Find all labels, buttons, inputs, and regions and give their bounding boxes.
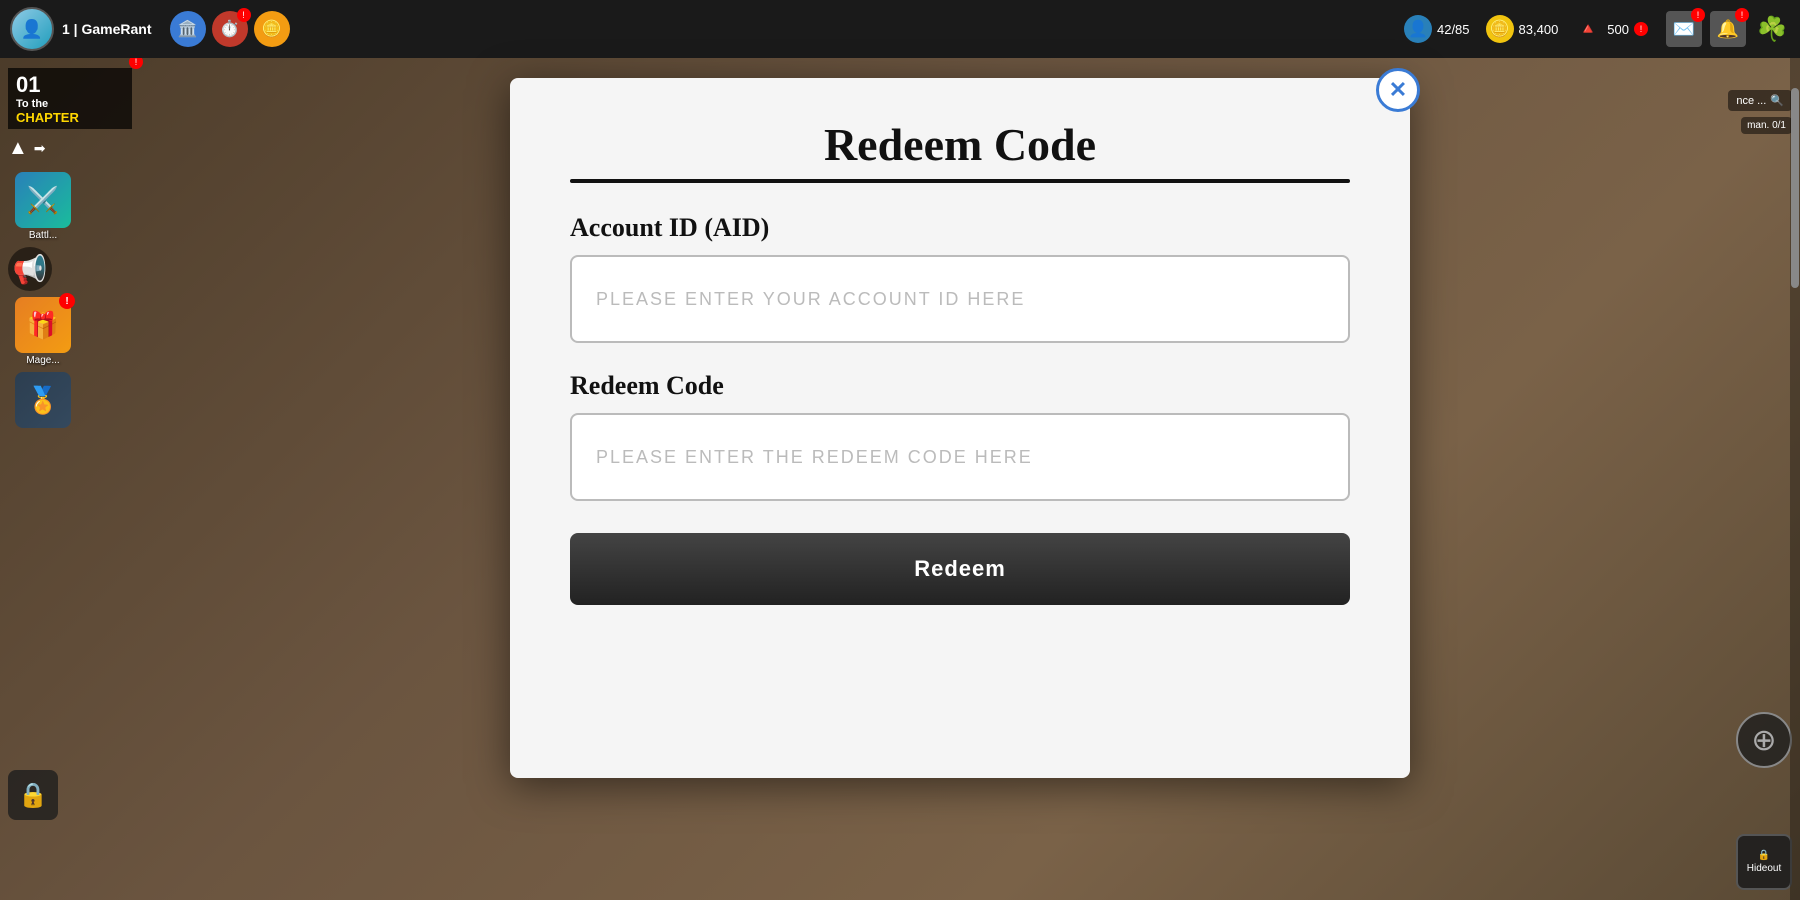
top-right-icons: ✉️ ! 🔔 ! ☘️ <box>1666 11 1790 47</box>
top-stats: 👤 42/85 🪙 83,400 🔺 500 ! <box>1404 15 1648 43</box>
nav-icon: ➡ <box>34 140 46 157</box>
battle-label: Battl... <box>29 230 57 241</box>
bell-badge: ! <box>1735 8 1749 22</box>
coins-value: 83,400 <box>1519 22 1559 37</box>
mage-label: Mage... <box>26 355 59 366</box>
redeem-code-label: Redeem Code <box>570 371 1350 401</box>
modal-divider <box>570 179 1350 183</box>
arrow-icon: ▲ <box>8 137 28 160</box>
stamina-stat: 👤 42/85 <box>1404 15 1470 43</box>
gems-badge: ! <box>1634 22 1648 36</box>
chapter-number: 01 <box>16 72 124 98</box>
player-info: 1 | GameRant <box>62 21 152 37</box>
mage-icon: 🎁 ! <box>15 297 71 353</box>
mail-icon[interactable]: ✉️ ! <box>1666 11 1702 47</box>
battle-icon: ⚔️ <box>15 172 71 228</box>
megaphone-icon[interactable]: 📢 ! <box>8 247 52 291</box>
alert-badge: ! <box>237 8 251 22</box>
sidebar-items: ⚔️ Battl... 📢 ! 🎁 ! Mage... 🏅 🔒 <box>8 172 132 428</box>
medals-icon: 🏅 <box>15 372 71 428</box>
gems-stat: 🔺 500 ! <box>1574 15 1648 43</box>
account-id-input[interactable] <box>570 255 1350 343</box>
lock-icon: 🔒 <box>8 770 58 820</box>
sidebar-item-medals[interactable]: 🏅 <box>8 372 78 428</box>
bell-icon[interactable]: 🔔 ! <box>1710 11 1746 47</box>
chapter-label: 01 To the CHAPTER <box>8 68 132 129</box>
achievement-icon[interactable]: 🏛️ <box>170 11 206 47</box>
nav-forward-arrow[interactable]: ▲ ➡ <box>8 137 132 160</box>
sidebar-item-battle[interactable]: ⚔️ Battl... <box>8 172 78 241</box>
redeem-modal: ✕ Redeem Code Account ID (AID) Redeem Co… <box>510 78 1410 778</box>
clover-icon[interactable]: ☘️ <box>1754 11 1790 47</box>
mage-badge: ! <box>59 293 75 309</box>
gems-icon: 🔺 <box>1574 15 1602 43</box>
coins-icon: 🪙 <box>1486 15 1514 43</box>
stamina-value: 42/85 <box>1437 22 1470 37</box>
modal-title: Redeem Code <box>570 118 1350 171</box>
scroll-thumb <box>1791 88 1799 288</box>
alert-icon[interactable]: ⏱️ ! <box>212 11 248 47</box>
account-id-label: Account ID (AID) <box>570 213 1350 243</box>
top-bar-icons: 🏛️ ⏱️ ! 🪙 <box>170 11 290 47</box>
gems-value: 500 <box>1607 22 1629 37</box>
close-button[interactable]: ✕ <box>1376 68 1420 112</box>
scrollbar[interactable] <box>1790 58 1800 900</box>
chapter-title: CHAPTER <box>16 110 124 125</box>
modal-overlay: ✕ Redeem Code Account ID (AID) Redeem Co… <box>130 58 1790 900</box>
chapter-to: To the <box>16 98 124 110</box>
coin-icon[interactable]: 🪙 <box>254 11 290 47</box>
mail-badge: ! <box>1691 8 1705 22</box>
top-bar: 👤 1 | GameRant 🏛️ ⏱️ ! 🪙 👤 42/85 🪙 83,40… <box>0 0 1800 58</box>
coins-stat: 🪙 83,400 <box>1486 15 1559 43</box>
sidebar-item-mage[interactable]: 🎁 ! Mage... <box>8 297 78 366</box>
stamina-icon: 👤 <box>1404 15 1432 43</box>
redeem-code-input[interactable] <box>570 413 1350 501</box>
player-avatar[interactable]: 👤 <box>10 7 54 51</box>
left-sidebar: 01 To the CHAPTER ▲ ➡ ⚔️ Battl... 📢 ! 🎁 … <box>0 58 140 900</box>
submit-button[interactable]: Redeem <box>570 533 1350 605</box>
